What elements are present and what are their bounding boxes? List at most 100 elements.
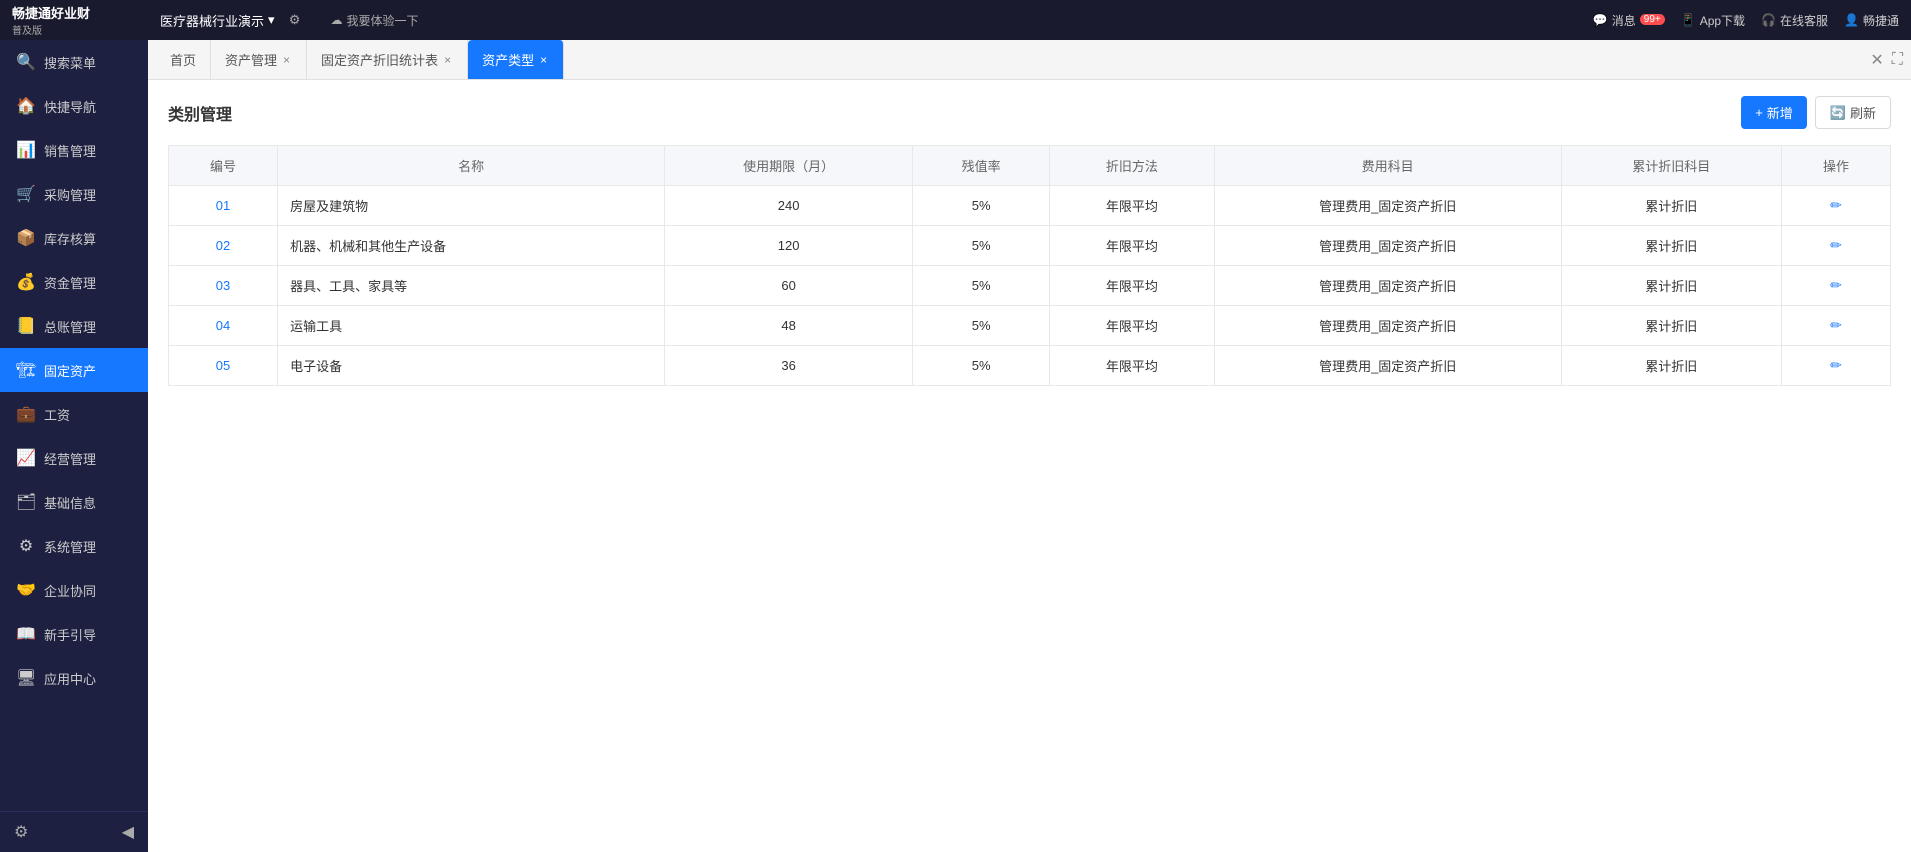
app-center-icon: 🖥 [16,668,36,688]
plus-icon: + [1755,105,1763,120]
cell-accum: 累计折旧 [1561,226,1781,266]
category-table: 编号 名称 使用期限（月） 残值率 折旧方法 费用科目 累计折旧科目 操作 01… [168,145,1891,386]
col-expense: 费用科目 [1214,146,1561,186]
sidebar-label: 系统管理 [44,537,96,556]
experience-tip[interactable]: ☁ 我要体验一下 [331,12,419,29]
cell-id: 05 [169,346,278,386]
tab-asset-mgmt-close[interactable]: × [281,53,292,67]
sidebar-item-inventory[interactable]: 📦 库存核算 [0,216,148,260]
sidebar-label: 库存核算 [44,229,96,248]
home-icon: 🏠 [16,96,36,116]
tab-depreciation-table[interactable]: 固定资产折旧统计表 × [307,40,468,79]
capital-icon: 💰 [16,272,36,292]
tab-asset-type[interactable]: 资产类型 × [468,40,564,79]
cell-method: 年限平均 [1050,306,1215,346]
edit-button[interactable]: ✏ [1830,317,1842,333]
refresh-button[interactable]: 🔄 刷新 [1815,96,1891,129]
sidebar-item-purchase[interactable]: 🛒 采购管理 [0,172,148,216]
cell-name: 房屋及建筑物 [278,186,665,226]
row-id-link[interactable]: 01 [216,198,230,213]
sidebar-item-ledger[interactable]: 📒 总账管理 [0,304,148,348]
cell-accum: 累计折旧 [1561,346,1781,386]
refresh-label: 刷新 [1850,103,1876,122]
table-row: 02 机器、机械和其他生产设备 120 5% 年限平均 管理费用_固定资产折旧 … [169,226,1891,266]
edit-button[interactable]: ✏ [1830,237,1842,253]
online-service-button[interactable]: 🎧 在线客服 [1761,12,1828,29]
logo-sub: 普及版 [12,22,42,37]
table-row: 01 房屋及建筑物 240 5% 年限平均 管理费用_固定资产折旧 累计折旧 ✏ [169,186,1891,226]
sidebar-item-fixed-assets[interactable]: 🏗 固定资产 [0,348,148,392]
sidebar-item-salary[interactable]: 💼 工资 [0,392,148,436]
col-action: 操作 [1781,146,1890,186]
footer-settings-icon[interactable]: ⚙ [14,822,28,842]
cell-action: ✏ [1781,226,1890,266]
settings-icon[interactable]: ⚙ [283,8,307,32]
page-title: 类别管理 [168,101,232,125]
row-id-link[interactable]: 03 [216,278,230,293]
message-badge: 99+ [1640,14,1665,25]
cell-accum: 累计折旧 [1561,186,1781,226]
sidebar-label: 销售管理 [44,141,96,160]
tab-depreciation-close[interactable]: × [442,53,453,67]
page-content: 类别管理 + 新增 🔄 刷新 编号 名称 [148,80,1911,852]
content-area: 首页 资产管理 × 固定资产折旧统计表 × 资产类型 × ✕ ⛶ 类别管理 [148,40,1911,852]
username-label: 畅捷通 [1863,12,1899,29]
sidebar-item-cooperation[interactable]: 🤝 企业协同 [0,568,148,612]
app-download-button[interactable]: 📱 App下载 [1681,12,1745,29]
table-row: 03 器具、工具、家具等 60 5% 年限平均 管理费用_固定资产折旧 累计折旧… [169,266,1891,306]
sidebar-item-capital[interactable]: 💰 资金管理 [0,260,148,304]
message-icon: 💬 [1593,13,1608,27]
edit-button[interactable]: ✏ [1830,357,1842,373]
cell-name: 运输工具 [278,306,665,346]
sidebar-item-guide[interactable]: 📖 新手引导 [0,612,148,656]
row-id-link[interactable]: 04 [216,318,230,333]
sidebar-label: 采购管理 [44,185,96,204]
cell-action: ✏ [1781,346,1890,386]
row-id-link[interactable]: 05 [216,358,230,373]
edit-button[interactable]: ✏ [1830,197,1842,213]
col-id: 编号 [169,146,278,186]
user-button[interactable]: 👤 畅捷通 [1844,12,1899,29]
message-button[interactable]: 💬 消息 99+ [1593,12,1665,29]
tab-asset-type-close[interactable]: × [538,53,549,67]
table-row: 04 运输工具 48 5% 年限平均 管理费用_固定资产折旧 累计折旧 ✏ [169,306,1891,346]
sidebar-item-sales[interactable]: 📊 销售管理 [0,128,148,172]
ledger-icon: 📒 [16,316,36,336]
expand-icon[interactable]: ⛶ [1892,51,1903,69]
cell-method: 年限平均 [1050,226,1215,266]
page-actions: + 新增 🔄 刷新 [1741,96,1891,129]
tab-home-label: 首页 [170,50,196,69]
col-accum: 累计折旧科目 [1561,146,1781,186]
close-window-icon[interactable]: ✕ [1870,50,1883,70]
sidebar-label: 经营管理 [44,449,96,468]
app-icon: 📱 [1681,13,1696,27]
tab-asset-mgmt[interactable]: 资产管理 × [211,40,307,79]
tab-bar-actions: ✕ ⛶ [1870,50,1903,70]
cell-name: 器具、工具、家具等 [278,266,665,306]
sidebar-item-search[interactable]: 🔍 搜索菜单 [0,40,148,84]
cell-name: 电子设备 [278,346,665,386]
module-selector[interactable]: 医疗器械行业演示 ▾ [160,11,275,30]
cell-name: 机器、机械和其他生产设备 [278,226,665,266]
cell-id: 01 [169,186,278,226]
sidebar-item-app-center[interactable]: 🖥 应用中心 [0,656,148,700]
sidebar-label: 应用中心 [44,669,96,688]
sidebar: 🔍 搜索菜单 🏠 快捷导航 📊 销售管理 🛒 采购管理 📦 库存核算 💰 资金管… [0,40,148,852]
new-button[interactable]: + 新增 [1741,96,1807,129]
cell-id: 02 [169,226,278,266]
sidebar-item-operation[interactable]: 📈 经营管理 [0,436,148,480]
tab-depreciation-label: 固定资产折旧统计表 [321,50,438,69]
inventory-icon: 📦 [16,228,36,248]
cell-accum: 累计折旧 [1561,306,1781,346]
collapse-icon[interactable]: ◀ [122,822,134,842]
sidebar-item-system[interactable]: ⚙ 系统管理 [0,524,148,568]
sidebar-item-basic-info[interactable]: 🗂 基础信息 [0,480,148,524]
row-id-link[interactable]: 02 [216,238,230,253]
col-period: 使用期限（月） [665,146,913,186]
sidebar-item-quick-nav[interactable]: 🏠 快捷导航 [0,84,148,128]
sidebar-label: 快捷导航 [44,97,96,116]
cell-accum: 累计折旧 [1561,266,1781,306]
col-method: 折旧方法 [1050,146,1215,186]
edit-button[interactable]: ✏ [1830,277,1842,293]
tab-home[interactable]: 首页 [156,40,211,79]
